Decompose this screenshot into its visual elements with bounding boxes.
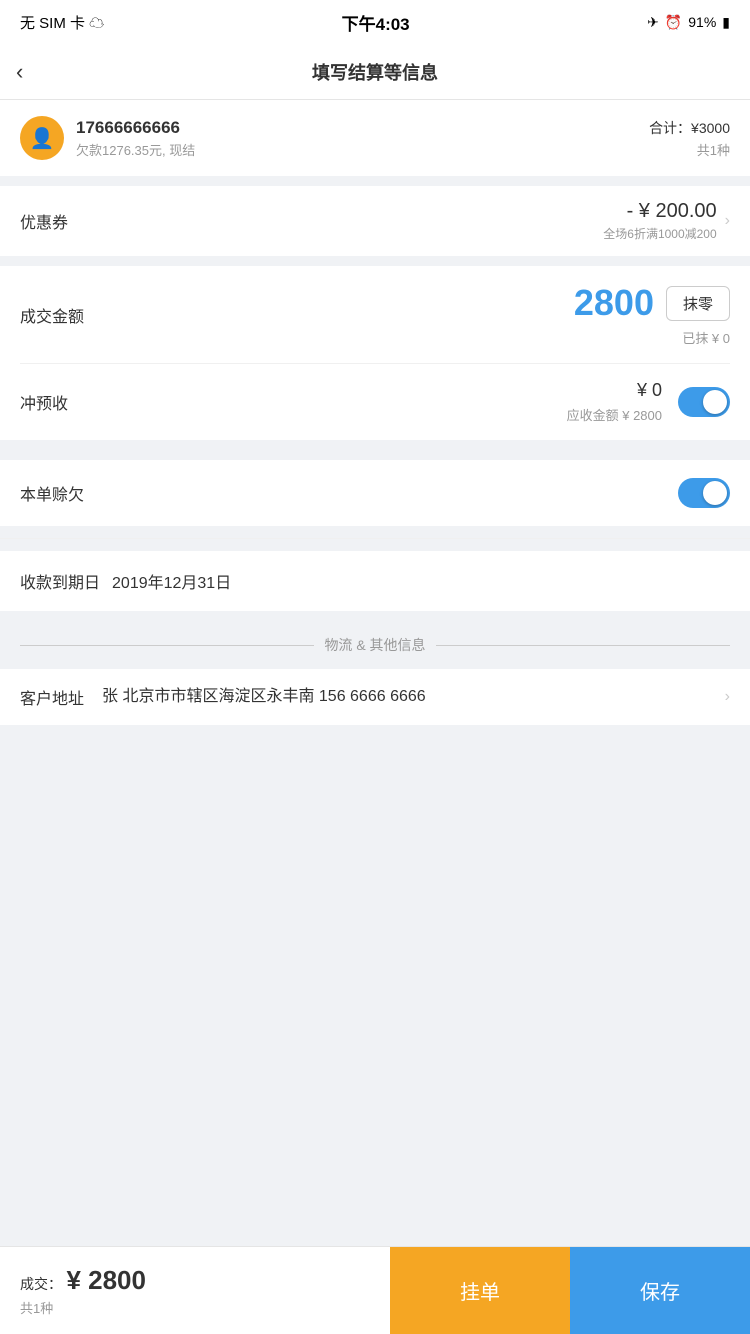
summary-amount: ¥ 2800 <box>66 1265 146 1295</box>
due-date-label: 收款到期日 <box>20 569 100 593</box>
back-button[interactable]: ‹ <box>16 59 23 85</box>
precollect-row: 冲预收 ¥ 0 应收金额 ¥ 2800 <box>20 364 730 440</box>
summary-label: 成交： <box>20 1276 62 1292</box>
divider-1 <box>0 538 750 539</box>
sim-label: 无 SIM 卡 ☁ <box>20 12 104 33</box>
customer-left: 👤 17666666666 欠款1276.35元, 现结 <box>20 116 195 160</box>
precollect-receivable: 应收金额 ¥ 2800 <box>567 405 662 424</box>
customer-right: 合计：¥3000 共1种 <box>649 118 730 159</box>
alarm-icon: ⏰ <box>665 14 682 31</box>
summary-count: 共1种 <box>20 1298 370 1317</box>
battery-level: 91% <box>688 14 716 30</box>
round-button[interactable]: 抹零 <box>666 286 730 321</box>
extra-space <box>0 725 750 925</box>
debt-toggle-thumb <box>703 481 727 505</box>
bottom-bar: 成交： ¥ 2800 共1种 挂单 保存 <box>0 1246 750 1334</box>
address-label: 客户地址 <box>20 685 90 709</box>
save-button[interactable]: 保存 <box>570 1247 750 1334</box>
precollect-label: 冲预收 <box>20 390 68 414</box>
precollect-toggle[interactable] <box>678 387 730 417</box>
address-value: 张 北京市市辖区海淀区永丰南 156 6666 6666 <box>102 685 725 709</box>
trade-amount-sub: 已抹 ¥ 0 <box>682 328 730 347</box>
logistics-section-header: 物流 & 其他信息 <box>0 621 750 669</box>
location-icon: ✈ <box>647 14 659 31</box>
hold-button[interactable]: 挂单 <box>390 1247 570 1334</box>
coupon-chevron-icon: › <box>725 212 730 230</box>
due-date-row: 收款到期日 2019年12月31日 <box>0 551 750 611</box>
debt-row: 本单赊欠 <box>0 460 750 526</box>
status-right: ✈ ⏰ 91% ▮ <box>647 14 730 31</box>
main-content: 👤 17666666666 欠款1276.35元, 现结 合计：¥3000 共1… <box>0 100 750 1015</box>
trade-amount-right: 2800 抹零 <box>574 282 730 324</box>
status-bar: 无 SIM 卡 ☁ 下午4:03 ✈ ⏰ 91% ▮ <box>0 0 750 44</box>
gray-separator-3 <box>0 611 750 621</box>
debt-toggle[interactable] <box>678 478 730 508</box>
status-left: 无 SIM 卡 ☁ <box>20 12 104 33</box>
bottom-summary: 成交： ¥ 2800 共1种 <box>0 1265 390 1317</box>
coupon-amount: - ¥ 200.00 <box>603 200 716 223</box>
precollect-amount: ¥ 0 <box>637 380 662 401</box>
nav-bar: ‹ 填写结算等信息 <box>0 44 750 100</box>
gray-separator-1 <box>0 256 750 266</box>
amount-section: 成交金额 2800 抹零 已抹 ¥ 0 冲预收 ¥ 0 应收金额 ¥ 2800 <box>0 266 750 440</box>
gray-separator-2 <box>0 450 750 460</box>
header-line-right <box>436 645 730 646</box>
address-row[interactable]: 客户地址 张 北京市市辖区海淀区永丰南 156 6666 6666 › <box>0 669 750 725</box>
trade-amount-row: 成交金额 2800 抹零 已抹 ¥ 0 <box>20 266 730 364</box>
status-time: 下午4:03 <box>342 10 410 35</box>
coupon-label: 优惠券 <box>20 209 68 233</box>
customer-section: 👤 17666666666 欠款1276.35元, 现结 合计：¥3000 共1… <box>0 100 750 176</box>
coupon-row[interactable]: 优惠券 - ¥ 200.00 全场6折满1000减200 › <box>0 186 750 256</box>
trade-amount-value: 2800 <box>574 282 654 324</box>
address-chevron-icon: › <box>725 688 730 706</box>
avatar: 👤 <box>20 116 64 160</box>
customer-info: 17666666666 欠款1276.35元, 现结 <box>76 118 195 159</box>
logistics-header-text: 物流 & 其他信息 <box>324 635 425 655</box>
total-count: 共1种 <box>649 140 730 159</box>
total-label: 合计：¥3000 <box>649 118 730 138</box>
coupon-description: 全场6折满1000减200 <box>603 225 716 242</box>
trade-amount-label: 成交金额 <box>20 303 84 327</box>
due-date-value: 2019年12月31日 <box>112 569 231 593</box>
battery-icon: ▮ <box>722 14 730 31</box>
precollect-right: ¥ 0 应收金额 ¥ 2800 <box>567 380 662 424</box>
page-title: 填写结算等信息 <box>312 59 438 85</box>
customer-row: 👤 17666666666 欠款1276.35元, 现结 合计：¥3000 共1… <box>20 116 730 160</box>
debt-label: 本单赊欠 <box>20 481 84 505</box>
customer-phone: 17666666666 <box>76 118 195 138</box>
toggle-thumb <box>703 390 727 414</box>
customer-debt: 欠款1276.35元, 现结 <box>76 140 195 159</box>
header-line-left <box>20 645 314 646</box>
